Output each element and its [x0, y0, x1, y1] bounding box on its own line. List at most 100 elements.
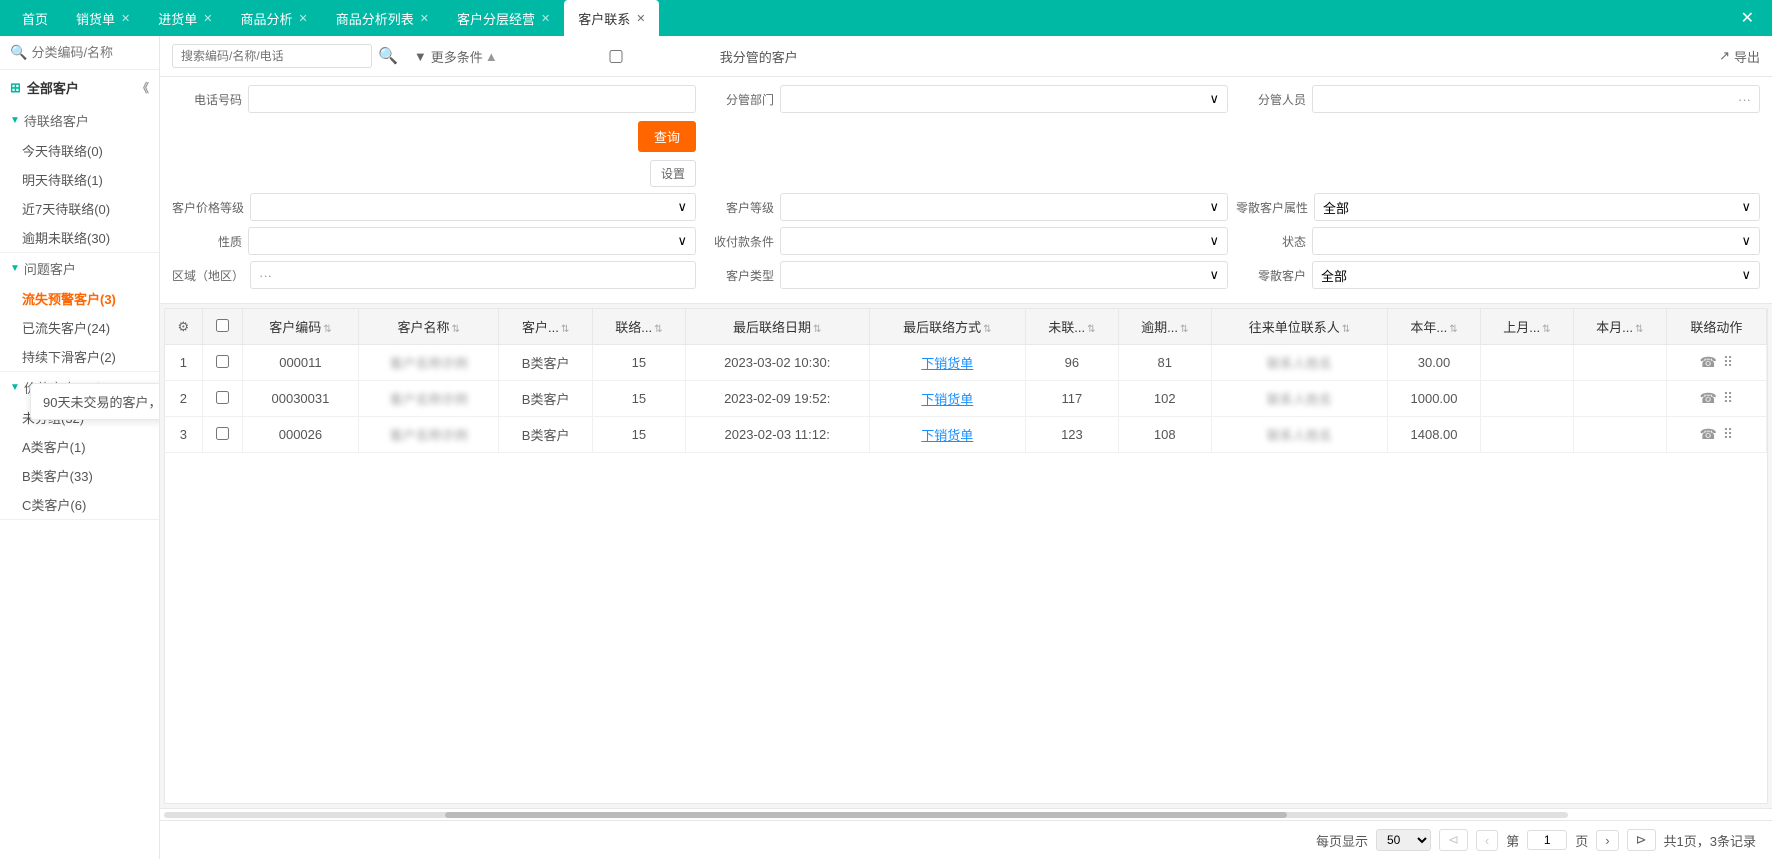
- status-select[interactable]: ∨: [1312, 227, 1760, 255]
- phone-input[interactable]: [248, 85, 696, 113]
- price-grade-select[interactable]: ∨: [250, 193, 696, 221]
- next-page-btn[interactable]: ›: [1596, 830, 1618, 851]
- close-tab-analysis[interactable]: ✕: [299, 12, 308, 25]
- sidebar-item-churn-warning[interactable]: 流失预警客户(3): [0, 284, 159, 313]
- tab-purchase[interactable]: 进货单 ✕: [144, 0, 226, 36]
- action-contact-icon[interactable]: ☎: [1699, 354, 1716, 371]
- action-more-icon[interactable]: ⠿: [1723, 390, 1733, 407]
- sidebar-item-churned[interactable]: 已流失客户(24): [0, 313, 159, 342]
- search-input[interactable]: [172, 44, 372, 68]
- sidebar-item-a-class[interactable]: A类客户(1): [0, 432, 159, 461]
- query-button[interactable]: 查询: [638, 121, 696, 152]
- horizontal-scrollbar[interactable]: [160, 808, 1772, 820]
- tab-sales[interactable]: 销货单 ✕: [62, 0, 144, 36]
- cell-name: 客户名称示例: [359, 417, 499, 453]
- filter-field-area: 区域（地区） ···: [172, 261, 696, 289]
- close-tab-sales[interactable]: ✕: [121, 12, 130, 25]
- close-tab-customer-contact[interactable]: ✕: [636, 12, 645, 25]
- chevron-icon-2: ∨: [677, 199, 687, 215]
- customer-type-select[interactable]: ∨: [780, 261, 1228, 289]
- filter-field-payment: 收付款条件 ∨: [704, 227, 1228, 255]
- action-more-icon[interactable]: ⠿: [1723, 426, 1733, 443]
- sidebar-item-declining[interactable]: 持续下滑客户(2): [0, 342, 159, 371]
- action-contact-icon[interactable]: ☎: [1699, 426, 1716, 443]
- col-unlisted[interactable]: 未联...⇅: [1025, 309, 1118, 345]
- tab-customer-tier[interactable]: 客户分层经营 ✕: [443, 0, 564, 36]
- export-button[interactable]: ↗ 导出: [1719, 47, 1760, 66]
- first-page-btn[interactable]: ⊲: [1439, 829, 1468, 851]
- row-checkbox[interactable]: [216, 427, 229, 440]
- all-customers-title[interactable]: ⊞ 全部客户 《: [0, 70, 159, 105]
- customer-grade-select[interactable]: ∨: [780, 193, 1228, 221]
- close-tab-purchase[interactable]: ✕: [203, 12, 212, 25]
- col-type[interactable]: 客户...⇅: [499, 309, 593, 345]
- sidebar-item-tomorrow[interactable]: 明天待联络(1): [0, 165, 159, 194]
- cell-action: ☎ ⠿: [1666, 345, 1766, 381]
- sidebar-item-today[interactable]: 今天待联络(0): [0, 136, 159, 165]
- settings-col-icon[interactable]: ⚙: [178, 319, 190, 334]
- zero-attr-select[interactable]: 全部 ∨: [1314, 193, 1760, 221]
- cell-checkbox[interactable]: [202, 417, 242, 453]
- page-number-input[interactable]: [1527, 830, 1567, 850]
- cell-checkbox[interactable]: [202, 345, 242, 381]
- action-contact-icon[interactable]: ☎: [1699, 390, 1716, 407]
- settings-button[interactable]: 设置: [650, 160, 696, 187]
- search-button[interactable]: 🔍: [372, 46, 404, 66]
- section-problem: ▼ 问题客户 90天未交易的客户，可能有流失风险。 流失预警客户(3) 已流失客…: [0, 253, 159, 372]
- tab-analysis[interactable]: 商品分析 ✕: [226, 0, 321, 36]
- sidebar-item-c-class[interactable]: C类客户(6): [0, 490, 159, 519]
- tab-customer-contact[interactable]: 客户联系 ✕: [564, 0, 659, 36]
- filter-field-dept: 分管部门 ∨: [704, 85, 1228, 113]
- sort-icon-overdue: ⇅: [1180, 324, 1188, 335]
- close-all-tabs[interactable]: ✕: [1731, 8, 1764, 28]
- dept-select[interactable]: ∨: [780, 85, 1228, 113]
- zero-customer-select[interactable]: 全部 ∨: [1312, 261, 1760, 289]
- col-contacts[interactable]: 往来单位联系人⇅: [1211, 309, 1387, 345]
- filter-field-customer-type: 客户类型 ∨: [704, 261, 1228, 289]
- cell-method[interactable]: 下销货单: [869, 345, 1025, 381]
- close-tab-analysis-list[interactable]: ✕: [420, 12, 429, 25]
- cell-checkbox[interactable]: [202, 381, 242, 417]
- cell-method[interactable]: 下销货单: [869, 381, 1025, 417]
- col-last-date[interactable]: 最后联络日期⇅: [685, 309, 869, 345]
- col-contact[interactable]: 联络...⇅: [592, 309, 685, 345]
- cell-year: 30.00: [1388, 345, 1481, 381]
- select-all-checkbox[interactable]: [216, 319, 229, 332]
- gender-select[interactable]: ∨: [248, 227, 696, 255]
- col-last-method[interactable]: 最后联络方式⇅: [869, 309, 1025, 345]
- col-name[interactable]: 客户名称⇅: [359, 309, 499, 345]
- col-code[interactable]: 客户编码⇅: [242, 309, 358, 345]
- close-tab-customer-tier[interactable]: ✕: [541, 12, 550, 25]
- col-overdue[interactable]: 逾期...⇅: [1118, 309, 1211, 345]
- col-last-month[interactable]: 上月...⇅: [1480, 309, 1573, 345]
- action-more-icon[interactable]: ⠿: [1723, 354, 1733, 371]
- more-conditions-btn[interactable]: ▼ 更多条件 ▲: [404, 47, 508, 66]
- sidebar-search-input[interactable]: [31, 45, 160, 60]
- col-settings[interactable]: ⚙: [165, 309, 202, 345]
- sidebar-item-7days[interactable]: 近7天待联络(0): [0, 194, 159, 223]
- section-pending-title[interactable]: ▼ 待联络客户: [0, 105, 159, 136]
- last-page-btn[interactable]: ⊳: [1627, 829, 1656, 851]
- my-customers-label[interactable]: 我分管的客户: [516, 47, 798, 66]
- person-input[interactable]: ···: [1312, 85, 1760, 113]
- my-customers-checkbox[interactable]: [516, 50, 716, 63]
- tab-analysis-list[interactable]: 商品分析列表 ✕: [322, 0, 443, 36]
- dots-icon[interactable]: ···: [1738, 92, 1751, 107]
- data-table: ⚙ 客户编码⇅ 客户名称⇅ 客户...⇅ 联络...⇅ 最后联络日期⇅ 最后联络…: [165, 309, 1767, 453]
- section-problem-title[interactable]: ▼ 问题客户: [0, 253, 159, 284]
- page-size-select[interactable]: 50 100 200: [1376, 829, 1431, 851]
- cell-method[interactable]: 下销货单: [869, 417, 1025, 453]
- cell-date: 2023-03-02 10:30:: [685, 345, 869, 381]
- chevron-icon-5: ∨: [677, 233, 687, 249]
- prev-page-btn[interactable]: ‹: [1476, 830, 1498, 851]
- col-year[interactable]: 本年...⇅: [1388, 309, 1481, 345]
- row-checkbox[interactable]: [216, 355, 229, 368]
- sidebar-item-b-class[interactable]: B类客户(33): [0, 461, 159, 490]
- tab-home[interactable]: 首页: [8, 0, 62, 36]
- area-input[interactable]: ···: [250, 261, 696, 289]
- cell-last-month: [1480, 381, 1573, 417]
- row-checkbox[interactable]: [216, 391, 229, 404]
- col-this-month[interactable]: 本月...⇅: [1573, 309, 1666, 345]
- sidebar-item-overdue[interactable]: 逾期未联络(30): [0, 223, 159, 252]
- payment-select[interactable]: ∨: [780, 227, 1228, 255]
